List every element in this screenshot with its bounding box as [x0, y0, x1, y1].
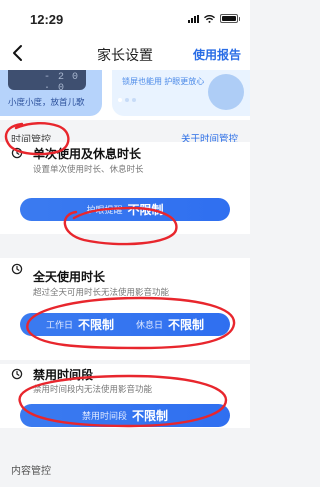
status-icons	[188, 14, 240, 23]
pill-value: 不限制	[132, 409, 169, 423]
card-subtitle: 设置单次使用时长、休息时长	[33, 164, 144, 174]
wifi-icon	[204, 14, 215, 23]
clock-24h-icon	[11, 263, 23, 275]
timer-icon	[11, 147, 23, 159]
daily-limit-button[interactable]: 工作日 不限制 休息日 不限制	[20, 313, 230, 336]
status-time: 12:29	[30, 12, 64, 27]
card-disabled-period: 禁用时间段 禁用时间段内无法使用影音功能 禁用时间段 不限制	[0, 364, 250, 428]
banner-slide-right[interactable]: 锁屏也能用 护眼更放心	[112, 70, 250, 116]
section-label-content-control: 内容管控	[11, 466, 51, 477]
pill-label: 禁用时间段	[81, 411, 127, 421]
battery-icon	[220, 14, 240, 23]
carousel-dots	[118, 98, 136, 102]
card-title: 全天使用时长	[33, 270, 106, 284]
card-single-use: 单次使用及休息时长 设置单次使用时长、休息时长 护眼提醒 不限制	[0, 142, 250, 234]
clock-ban-icon	[11, 368, 23, 380]
banner-digits: - 2 0 · 0	[44, 72, 80, 94]
signal-icon	[188, 14, 199, 23]
usage-report-link[interactable]: 使用报告	[193, 46, 241, 63]
banner-left-text: 小度小度，放首儿歌	[8, 97, 85, 107]
nav-bar: 家长设置 使用报告	[0, 36, 250, 70]
eye-care-reminder-button[interactable]: 护眼提醒 不限制	[20, 198, 230, 221]
pill-label: 护眼提醒	[86, 205, 123, 215]
card-title: 单次使用及休息时长	[33, 147, 142, 161]
card-daily-usage: 全天使用时长 超过全天可用时长无法使用影音功能 工作日 不限制 休息日 不限制	[0, 258, 250, 360]
weekday-value: 不限制	[77, 318, 114, 332]
weekend-value: 不限制	[168, 318, 205, 332]
card-title: 禁用时间段	[33, 368, 94, 382]
weekday-label: 工作日	[45, 320, 73, 330]
status-bar: 12:29	[0, 0, 250, 36]
banner-carousel[interactable]: - 2 0 · 0 小度小度，放首儿歌 锁屏也能用 护眼更放心	[0, 70, 250, 120]
banner-right-text: 锁屏也能用 护眼更放心	[122, 77, 205, 86]
banner-slide-left[interactable]: - 2 0 · 0 小度小度，放首儿歌	[0, 70, 102, 116]
pill-value: 不限制	[127, 203, 164, 217]
weekend-label: 休息日	[136, 320, 164, 330]
disabled-period-button[interactable]: 禁用时间段 不限制	[20, 404, 230, 427]
card-subtitle: 超过全天可用时长无法使用影音功能	[33, 287, 170, 297]
card-subtitle: 禁用时间段内无法使用影音功能	[33, 384, 153, 394]
banner-decoration	[208, 74, 244, 110]
banner-device-screen: - 2 0 · 0	[8, 70, 86, 94]
